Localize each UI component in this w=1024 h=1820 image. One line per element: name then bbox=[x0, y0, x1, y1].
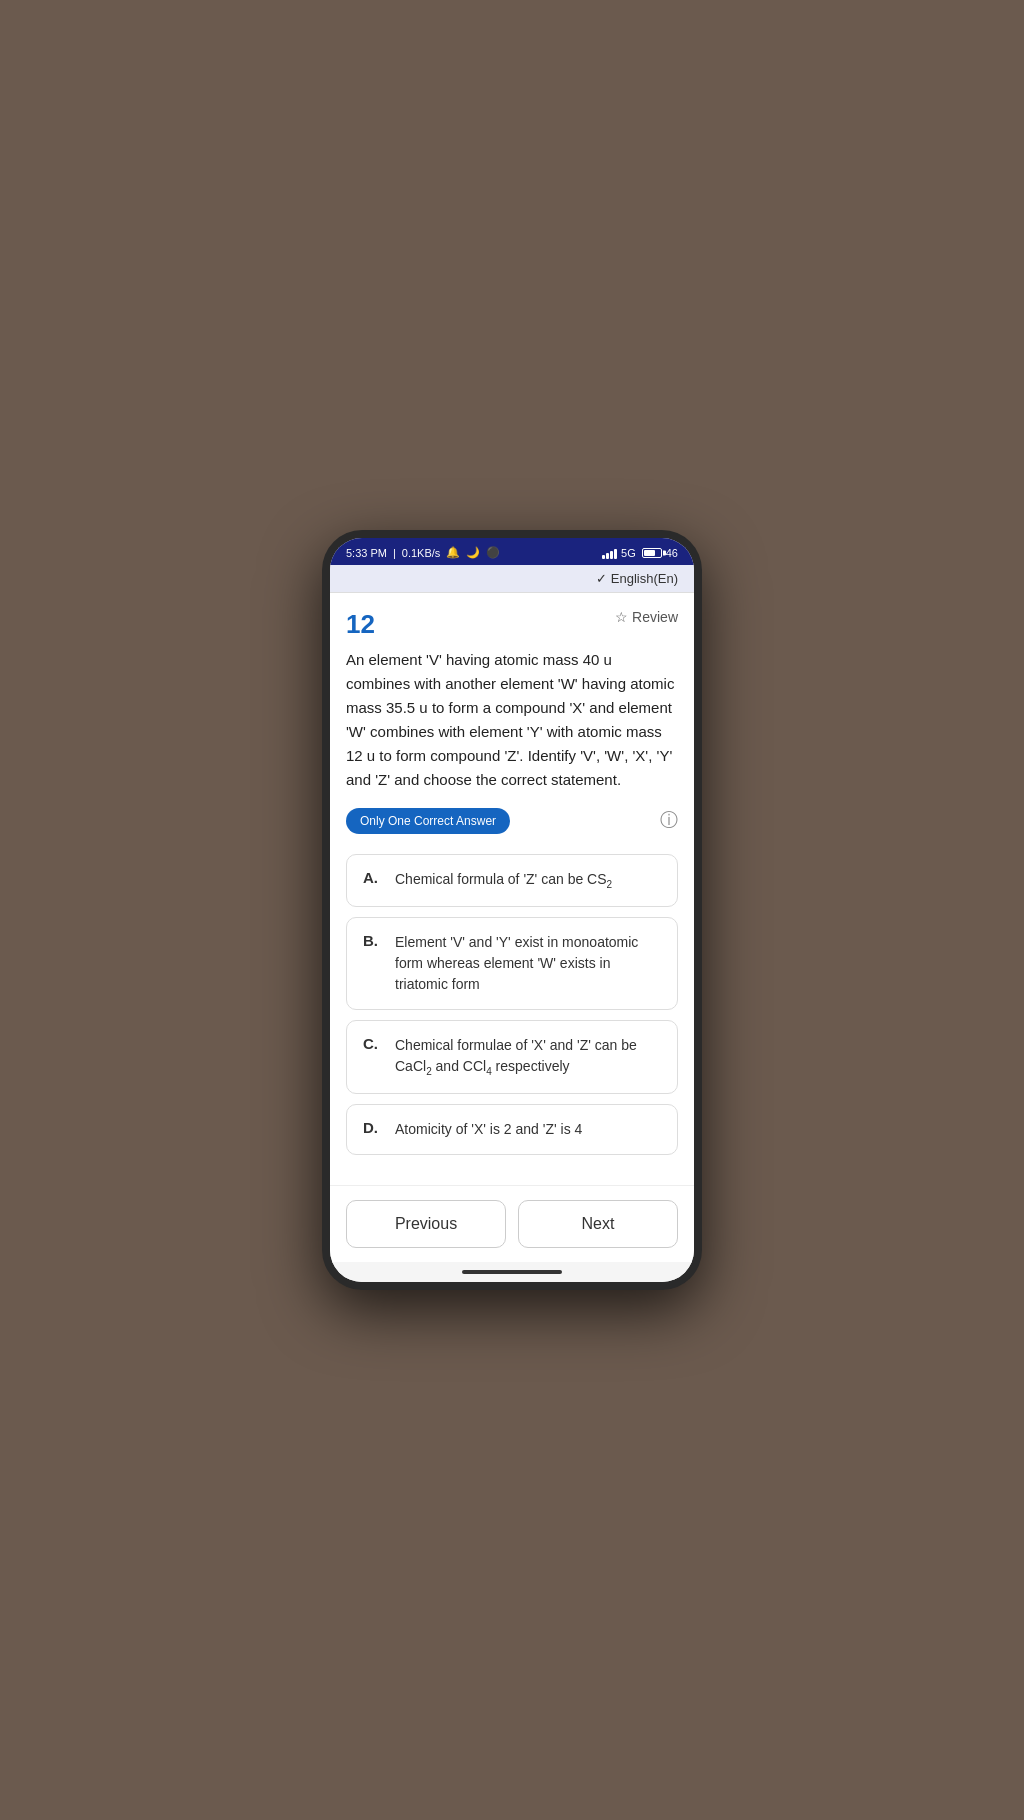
battery-fill bbox=[644, 550, 656, 556]
badge-row: Only One Correct Answer ⓘ bbox=[346, 808, 678, 838]
circle-icon: ⚫ bbox=[486, 546, 500, 559]
battery-icon bbox=[642, 548, 662, 558]
alarm-icon: 🔔 bbox=[446, 546, 460, 559]
separator: | bbox=[393, 547, 396, 559]
option-d-text: Atomicity of 'X' is 2 and 'Z' is 4 bbox=[395, 1119, 582, 1140]
network-type: 5G bbox=[621, 547, 636, 559]
option-b-text: Element 'V' and 'Y' exist in monoatomic … bbox=[395, 932, 661, 995]
data-speed: 0.1KB/s bbox=[402, 547, 441, 559]
signal-bars bbox=[602, 547, 617, 559]
option-a-text: Chemical formula of 'Z' can be CS2 bbox=[395, 869, 612, 892]
time-display: 5:33 PM bbox=[346, 547, 387, 559]
signal-bar-2 bbox=[606, 553, 609, 559]
status-left: 5:33 PM | 0.1KB/s 🔔 🌙 ⚫ bbox=[346, 546, 500, 559]
option-d-label: D. bbox=[363, 1119, 383, 1136]
answer-type-badge: Only One Correct Answer bbox=[346, 808, 510, 834]
language-selector[interactable]: ✓ English(En) bbox=[596, 571, 678, 586]
language-bar[interactable]: ✓ English(En) bbox=[330, 565, 694, 593]
option-c-text: Chemical formulae of 'X' and 'Z' can be … bbox=[395, 1035, 661, 1079]
question-header: 12 ☆ Review bbox=[346, 609, 678, 640]
info-icon[interactable]: ⓘ bbox=[660, 808, 678, 832]
language-label: English(En) bbox=[611, 571, 678, 586]
question-text: An element 'V' having atomic mass 40 u c… bbox=[346, 648, 678, 792]
next-button[interactable]: Next bbox=[518, 1200, 678, 1248]
navigation-buttons: Previous Next bbox=[330, 1185, 694, 1262]
option-c-label: C. bbox=[363, 1035, 383, 1052]
signal-bar-4 bbox=[614, 549, 617, 559]
option-d[interactable]: D. Atomicity of 'X' is 2 and 'Z' is 4 bbox=[346, 1104, 678, 1155]
sleep-icon: 🌙 bbox=[466, 546, 480, 559]
battery-level: 46 bbox=[666, 547, 678, 559]
option-a[interactable]: A. Chemical formula of 'Z' can be CS2 bbox=[346, 854, 678, 907]
question-number: 12 bbox=[346, 609, 375, 640]
home-indicator bbox=[330, 1262, 694, 1282]
signal-bar-3 bbox=[610, 551, 613, 559]
status-right: 5G 46 bbox=[602, 547, 678, 559]
review-button[interactable]: ☆ Review bbox=[615, 609, 678, 625]
signal-bar-1 bbox=[602, 555, 605, 559]
status-bar: 5:33 PM | 0.1KB/s 🔔 🌙 ⚫ 5G 46 bbox=[330, 538, 694, 565]
previous-button[interactable]: Previous bbox=[346, 1200, 506, 1248]
option-b[interactable]: B. Element 'V' and 'Y' exist in monoatom… bbox=[346, 917, 678, 1010]
phone-frame: 5:33 PM | 0.1KB/s 🔔 🌙 ⚫ 5G 46 bbox=[322, 530, 702, 1290]
option-b-label: B. bbox=[363, 932, 383, 949]
option-c[interactable]: C. Chemical formulae of 'X' and 'Z' can … bbox=[346, 1020, 678, 1094]
home-bar bbox=[462, 1270, 562, 1274]
options-container: A. Chemical formula of 'Z' can be CS2 B.… bbox=[346, 854, 678, 1155]
review-label: Review bbox=[632, 609, 678, 625]
option-a-label: A. bbox=[363, 869, 383, 886]
checkmark-icon: ✓ bbox=[596, 571, 607, 586]
content-area: 12 ☆ Review An element 'V' having atomic… bbox=[330, 593, 694, 1185]
star-icon: ☆ bbox=[615, 609, 628, 625]
phone-screen: 5:33 PM | 0.1KB/s 🔔 🌙 ⚫ 5G 46 bbox=[330, 538, 694, 1282]
